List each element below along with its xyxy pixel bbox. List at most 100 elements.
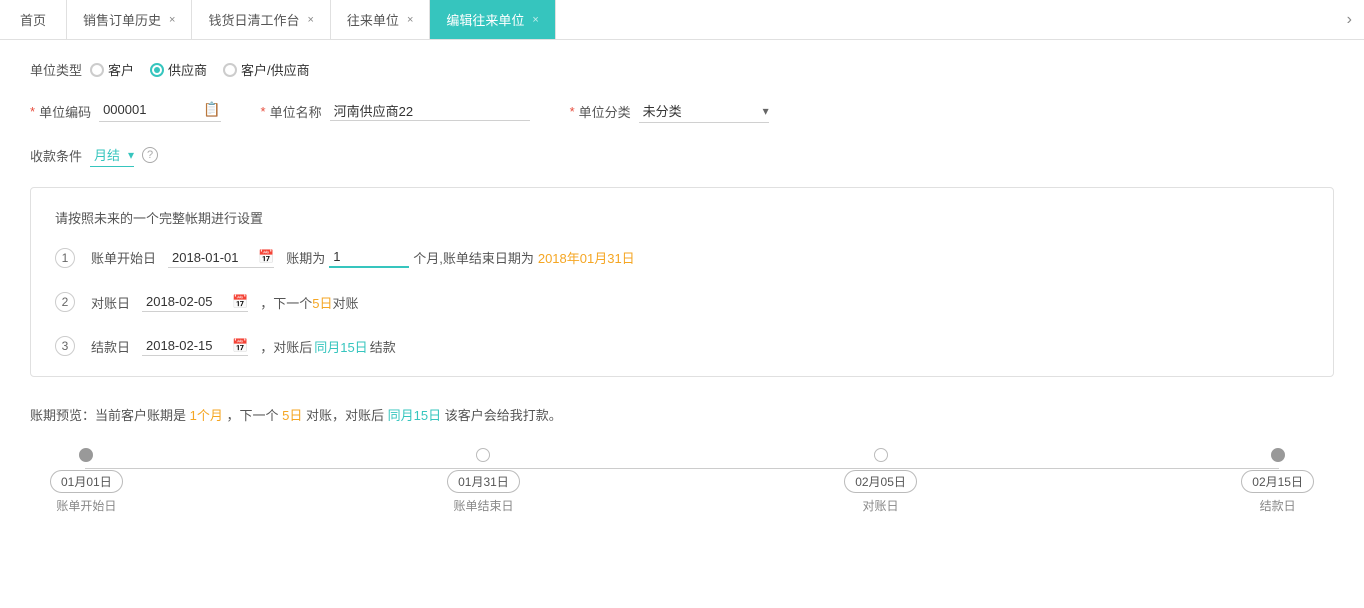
radio-group: 客户 供应商 客户/供应商 <box>90 60 310 79</box>
unit-class-select[interactable]: 未分类 ▾ <box>639 99 769 123</box>
timeline-point-1: 01月01日 账单开始日 <box>50 448 123 514</box>
unit-code-label: 单位编码 <box>39 102 91 121</box>
payment-day-highlight: 同月15日 <box>314 337 367 356</box>
setting-row-3: 3 结款日 📅 ，对账后 同月15日 结款 <box>55 336 1309 356</box>
tab-partner[interactable]: 往来单位 × <box>331 0 430 39</box>
payment-date-wrap: 📅 <box>142 336 248 356</box>
unit-class-star: * <box>570 104 575 119</box>
unit-type-group: 单位类型 客户 供应商 客户/供应商 <box>30 60 310 79</box>
tl-badge-2: 01月31日 <box>447 470 520 493</box>
start-date-input[interactable] <box>168 248 258 267</box>
unit-class-group: * 单位分类 未分类 ▾ <box>570 99 769 123</box>
tab-edit-partner-close[interactable]: × <box>532 14 538 26</box>
tab-edit-partner-label: 编辑往来单位 <box>446 10 524 29</box>
payment-select[interactable]: 月结 ▾ <box>90 143 134 167</box>
payment-suffix: 结款 <box>370 337 396 356</box>
radio-both-circle <box>223 63 237 77</box>
period-input[interactable] <box>329 247 409 266</box>
preview-prefix: 账期预览：当前客户账期是 <box>30 408 186 423</box>
unit-class-value: 未分类 <box>639 99 759 122</box>
timeline-points: 01月01日 账单开始日 01月31日 账单结束日 02月05日 对账日 02月… <box>50 448 1314 514</box>
preview-mid2: 对账，对账后 <box>306 408 384 423</box>
tl-badge-4: 02月15日 <box>1241 470 1314 493</box>
setting-row-1: 1 账单开始日 📅 账期为 个月,账单结束日期为 2018年01月31日 <box>55 247 1309 268</box>
payment-arrow-icon: ▾ <box>128 148 134 162</box>
preview-mid1: ，下一个 <box>227 408 279 423</box>
unit-code-group: * 单位编码 📋 <box>30 100 221 122</box>
radio-customer-circle <box>90 63 104 77</box>
tab-cash-work[interactable]: 钱货日清工作台 × <box>192 0 330 39</box>
tl-label-1: 账单开始日 <box>56 497 116 514</box>
main-content: 单位类型 客户 供应商 客户/供应商 * 单位编码 <box>0 40 1364 608</box>
tab-cash-work-close[interactable]: × <box>307 14 313 26</box>
calendar-icon-3[interactable]: 📅 <box>232 338 248 354</box>
tl-dot-3 <box>874 448 888 462</box>
tab-partner-label: 往来单位 <box>347 10 399 29</box>
unit-type-row: 单位类型 客户 供应商 客户/供应商 <box>30 60 1334 79</box>
tab-scroll-arrow[interactable]: › <box>1335 0 1364 39</box>
payment-value: 月结 <box>90 143 124 166</box>
calendar-icon-2[interactable]: 📅 <box>232 294 248 310</box>
tl-label-3: 对账日 <box>863 497 899 514</box>
preview-row: 账期预览：当前客户账期是 1个月 ，下一个 5日 对账，对账后 同月15日 该客… <box>30 393 1334 424</box>
tl-label-2: 账单结束日 <box>453 497 513 514</box>
tab-sales-history-close[interactable]: × <box>169 14 175 26</box>
tab-sales-history[interactable]: 销售订单历史 × <box>67 0 192 39</box>
period-label: 账期为 <box>286 248 325 267</box>
preview-suffix: 该客户会给我打款。 <box>445 408 562 423</box>
radio-supplier[interactable]: 供应商 <box>150 60 207 79</box>
preview-part3: 同月15日 <box>388 408 441 423</box>
tl-dot-4 <box>1271 448 1285 462</box>
calendar-icon-1[interactable]: 📅 <box>258 249 274 265</box>
reconcile-suffix: 对账 <box>332 293 358 312</box>
unit-name-input[interactable] <box>330 101 530 121</box>
tl-dot-1 <box>79 448 93 462</box>
unit-code-star: * <box>30 104 35 119</box>
radio-customer[interactable]: 客户 <box>90 60 134 79</box>
setting-num-2: 2 <box>55 292 75 312</box>
period-suffix: 个月,账单结束日期为 <box>413 248 534 267</box>
preview-part2: 5日 <box>282 408 302 423</box>
help-icon[interactable]: ? <box>142 147 158 163</box>
label-start-date: 账单开始日 <box>91 248 156 267</box>
calendar-icon: 📋 <box>203 101 220 118</box>
radio-both[interactable]: 客户/供应商 <box>223 60 310 79</box>
tab-home[interactable]: 首页 <box>0 0 67 39</box>
tab-home-label: 首页 <box>20 10 46 29</box>
radio-customer-label: 客户 <box>108 60 134 79</box>
timeline: 01月01日 账单开始日 01月31日 账单结束日 02月05日 对账日 02月… <box>30 448 1334 514</box>
setting-row-2: 2 对账日 📅 ，下一个 5日 对账 <box>55 292 1309 312</box>
label-reconcile-date: 对账日 <box>91 293 130 312</box>
reconcile-day-highlight: 5日 <box>312 293 332 312</box>
tab-partner-close[interactable]: × <box>407 14 413 26</box>
unit-info-row: * 单位编码 📋 * 单位名称 * 单位分类 未分类 ▾ <box>30 99 1334 123</box>
period-wrap <box>329 247 409 268</box>
payment-prefix: ，对账后 <box>260 337 312 356</box>
payment-row: 收款条件 月结 ▾ ? <box>30 143 1334 167</box>
reconcile-date-input[interactable] <box>142 292 232 311</box>
settings-box: 请按照未来的一个完整帐期进行设置 1 账单开始日 📅 账期为 个月,账单结束日期… <box>30 187 1334 377</box>
preview-part1: 1个月 <box>190 408 223 423</box>
unit-type-label: 单位类型 <box>30 60 82 79</box>
tab-edit-partner[interactable]: 编辑往来单位 × <box>430 0 555 39</box>
payment-label: 收款条件 <box>30 146 82 165</box>
setting-num-1: 1 <box>55 248 75 268</box>
payment-date-input[interactable] <box>142 336 232 355</box>
unit-code-input-wrap: 📋 <box>99 100 220 122</box>
timeline-point-2: 01月31日 账单结束日 <box>447 448 520 514</box>
timeline-point-3: 02月05日 对账日 <box>844 448 917 514</box>
unit-code-input[interactable] <box>99 100 199 119</box>
radio-supplier-label: 供应商 <box>168 60 207 79</box>
unit-name-star: * <box>261 104 266 119</box>
timeline-point-4: 02月15日 结款日 <box>1241 448 1314 514</box>
tab-bar: 首页 销售订单历史 × 钱货日清工作台 × 往来单位 × 编辑往来单位 × › <box>0 0 1364 40</box>
settings-title: 请按照未来的一个完整帐期进行设置 <box>55 208 1309 227</box>
unit-name-group: * 单位名称 <box>261 101 530 121</box>
radio-supplier-circle <box>150 63 164 77</box>
reconcile-prefix: ，下一个 <box>260 293 312 312</box>
tl-label-4: 结款日 <box>1260 497 1296 514</box>
end-date-highlight: 2018年01月31日 <box>538 248 635 267</box>
reconcile-date-wrap: 📅 <box>142 292 248 312</box>
label-payment-date: 结款日 <box>91 337 130 356</box>
radio-both-label: 客户/供应商 <box>241 60 310 79</box>
